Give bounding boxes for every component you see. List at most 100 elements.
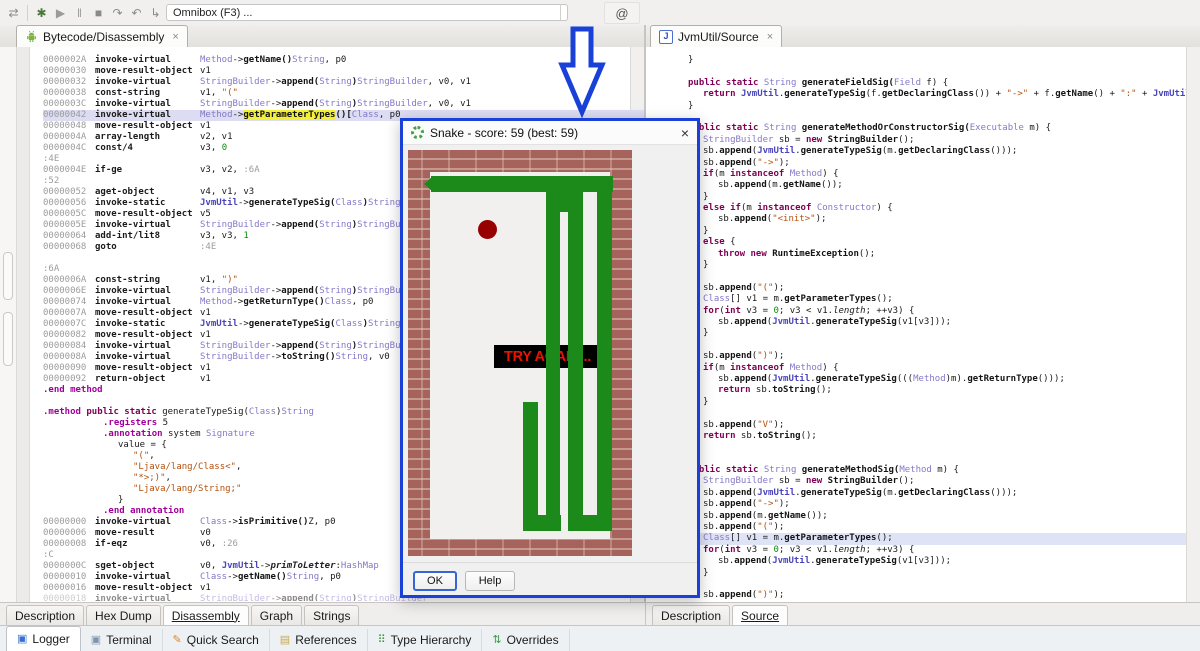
resume-icon[interactable]: ▶ [52, 3, 69, 22]
panel-drag-handle[interactable] [3, 252, 13, 300]
source-line[interactable]: sb.append("("); [646, 283, 1186, 294]
right-scrollbar[interactable] [1186, 47, 1200, 602]
bottom-tab-type-hierarchy[interactable]: ⠿ Type Hierarchy [368, 629, 483, 651]
source-line[interactable]: sb.append(JvmUtil.generateTypeSig(m.getD… [646, 146, 1186, 157]
source-line[interactable] [646, 454, 1186, 465]
close-icon[interactable]: × [681, 126, 689, 140]
source-line[interactable] [646, 66, 1186, 77]
overrides-icon: ⇅ [492, 633, 502, 646]
source-line[interactable]: } [646, 397, 1186, 408]
debug-icon[interactable]: ✱ [33, 3, 50, 22]
source-line[interactable]: public static String generateFieldSig(Fi… [646, 78, 1186, 89]
logger-icon: ▣ [17, 632, 28, 645]
tab-source[interactable]: Source [732, 605, 789, 625]
source-line[interactable]: } [646, 260, 1186, 271]
pause-icon[interactable]: ‖ [71, 3, 88, 22]
source-line[interactable]: public static String generateMethodOrCon… [646, 123, 1186, 134]
source-line[interactable] [646, 271, 1186, 282]
source-line[interactable]: sb.append(JvmUtil.generateTypeSig(v1[v3]… [646, 317, 1186, 328]
tab-label: Bytecode/Disassembly [43, 29, 165, 44]
source-line[interactable]: sb.append(")"); [646, 590, 1186, 601]
collapsed-sidebar-strip [0, 47, 17, 602]
step-into-icon[interactable]: ↶ [128, 3, 145, 22]
source-line[interactable]: } [646, 328, 1186, 339]
dialog-button-bar: OK Help [403, 562, 697, 595]
tab-description[interactable]: Description [652, 605, 731, 625]
snake-game-canvas[interactable]: TRY AGAIN... [408, 150, 632, 556]
panel-drag-handle[interactable] [3, 312, 13, 366]
terminal-icon: ▣ [90, 633, 102, 646]
source-line[interactable]: sb.append("("); [646, 522, 1186, 533]
ok-button[interactable]: OK [413, 571, 457, 591]
source-line[interactable] [646, 340, 1186, 351]
bottom-tab-overrides[interactable]: ⇅ Overrides [482, 629, 570, 651]
snake-segment [568, 192, 583, 531]
java-source-listing: } public static String generateFieldSig(F… [646, 47, 1186, 610]
source-line[interactable]: public static String generateMethodSig(M… [646, 465, 1186, 476]
tab-disassembly[interactable]: Disassembly [162, 605, 249, 625]
bottom-tab-references[interactable]: ▤ References [270, 629, 368, 651]
stop-icon[interactable]: ■ [90, 3, 107, 22]
snake-segment [523, 515, 561, 531]
omnibox-search-input[interactable] [166, 4, 568, 21]
dialog-title: Snake - score: 59 (best: 59) [430, 125, 579, 140]
source-line[interactable]: sb.append(")"); [646, 351, 1186, 362]
tab-jvmutil-source[interactable]: J JvmUtil/Source × [650, 25, 783, 48]
source-line[interactable]: sb.append("<init>"); [646, 214, 1186, 225]
source-line[interactable]: sb.append(JvmUtil.generateTypeSig(m.getD… [646, 488, 1186, 499]
source-line[interactable] [646, 579, 1186, 590]
tab-bytecode-disassembly[interactable]: Bytecode/Disassembly × [16, 25, 188, 48]
source-line[interactable]: } [646, 568, 1186, 579]
bottom-tab-label: Quick Search [186, 633, 259, 647]
source-line[interactable]: sb.append("V"); [646, 420, 1186, 431]
source-line[interactable]: else if(m instanceof Constructor) { [646, 203, 1186, 214]
source-line[interactable]: if(m instanceof Method) { [646, 169, 1186, 180]
source-line[interactable]: StringBuilder sb = new StringBuilder(); [646, 135, 1186, 146]
app-window: ⇄✱▶‖■↷↶↳⇥✎ @ Bytecode/Disassembly × J Jv… [0, 0, 1200, 651]
bottom-tab-terminal[interactable]: ▣ Terminal [81, 629, 163, 651]
source-line[interactable]: sb.append(JvmUtil.generateTypeSig(((Meth… [646, 374, 1186, 385]
tab-hex-dump[interactable]: Hex Dump [86, 605, 161, 625]
source-line[interactable]: if(m instanceof Method) { [646, 363, 1186, 374]
tab-description[interactable]: Description [6, 605, 85, 625]
help-button[interactable]: Help [465, 571, 515, 591]
step-out-icon[interactable]: ↳ [147, 3, 164, 22]
source-line[interactable] [646, 408, 1186, 419]
close-icon[interactable]: × [172, 31, 178, 43]
java-source-icon: J [659, 29, 673, 44]
source-line[interactable]: sb.append(m.getName()); [646, 511, 1186, 522]
source-line[interactable]: else { [646, 237, 1186, 248]
toolbar-separator [560, 4, 561, 20]
attach-icon[interactable]: ⇄ [5, 3, 22, 22]
source-line[interactable]: for(int v3 = 0; v3 < v1.length; ++v3) { [646, 545, 1186, 556]
tab-strings[interactable]: Strings [304, 605, 360, 625]
source-line[interactable]: return JvmUtil.generateTypeSig(f.getDecl… [646, 89, 1186, 100]
source-line[interactable]: sb.append("->"); [646, 499, 1186, 510]
source-line[interactable]: return sb.toString(); [646, 385, 1186, 396]
bottom-tab-logger[interactable]: ▣ Logger [6, 626, 81, 651]
source-line[interactable]: for(int v3 = 0; v3 < v1.length; ++v3) { [646, 306, 1186, 317]
source-line[interactable]: } [646, 226, 1186, 237]
type-hierarchy-icon: ⠿ [377, 633, 386, 646]
source-line[interactable]: sb.append(JvmUtil.generateTypeSig(v1[v3]… [646, 556, 1186, 567]
dialog-titlebar[interactable]: Snake - score: 59 (best: 59) × [403, 121, 697, 145]
left-panel-tabbar: Bytecode/Disassembly × [0, 25, 645, 48]
source-line[interactable]: } [646, 55, 1186, 66]
tab-label: JvmUtil/Source [678, 29, 759, 44]
source-line[interactable]: sb.append(m.getName()); [646, 180, 1186, 191]
annotation-at-icon[interactable]: @ [604, 2, 640, 24]
source-line[interactable]: return sb.toString(); [646, 431, 1186, 442]
source-line[interactable]: } [646, 442, 1186, 453]
tab-graph[interactable]: Graph [250, 605, 303, 625]
close-icon[interactable]: × [767, 31, 773, 43]
source-line[interactable]: throw new RuntimeException(); [646, 249, 1186, 260]
source-line[interactable]: StringBuilder sb = new StringBuilder(); [646, 476, 1186, 487]
step-over-icon[interactable]: ↷ [109, 3, 126, 22]
source-line[interactable]: Class[] v1 = m.getParameterTypes(); [646, 294, 1186, 305]
source-line[interactable]: } [646, 192, 1186, 203]
bottom-tab-quick-search[interactable]: ✎ Quick Search [163, 629, 270, 651]
source-line[interactable]: Class[] v1 = m.getParameterTypes(); [646, 533, 1186, 545]
source-line[interactable] [646, 112, 1186, 123]
source-line[interactable]: sb.append("->"); [646, 158, 1186, 169]
source-line[interactable]: } [646, 101, 1186, 112]
